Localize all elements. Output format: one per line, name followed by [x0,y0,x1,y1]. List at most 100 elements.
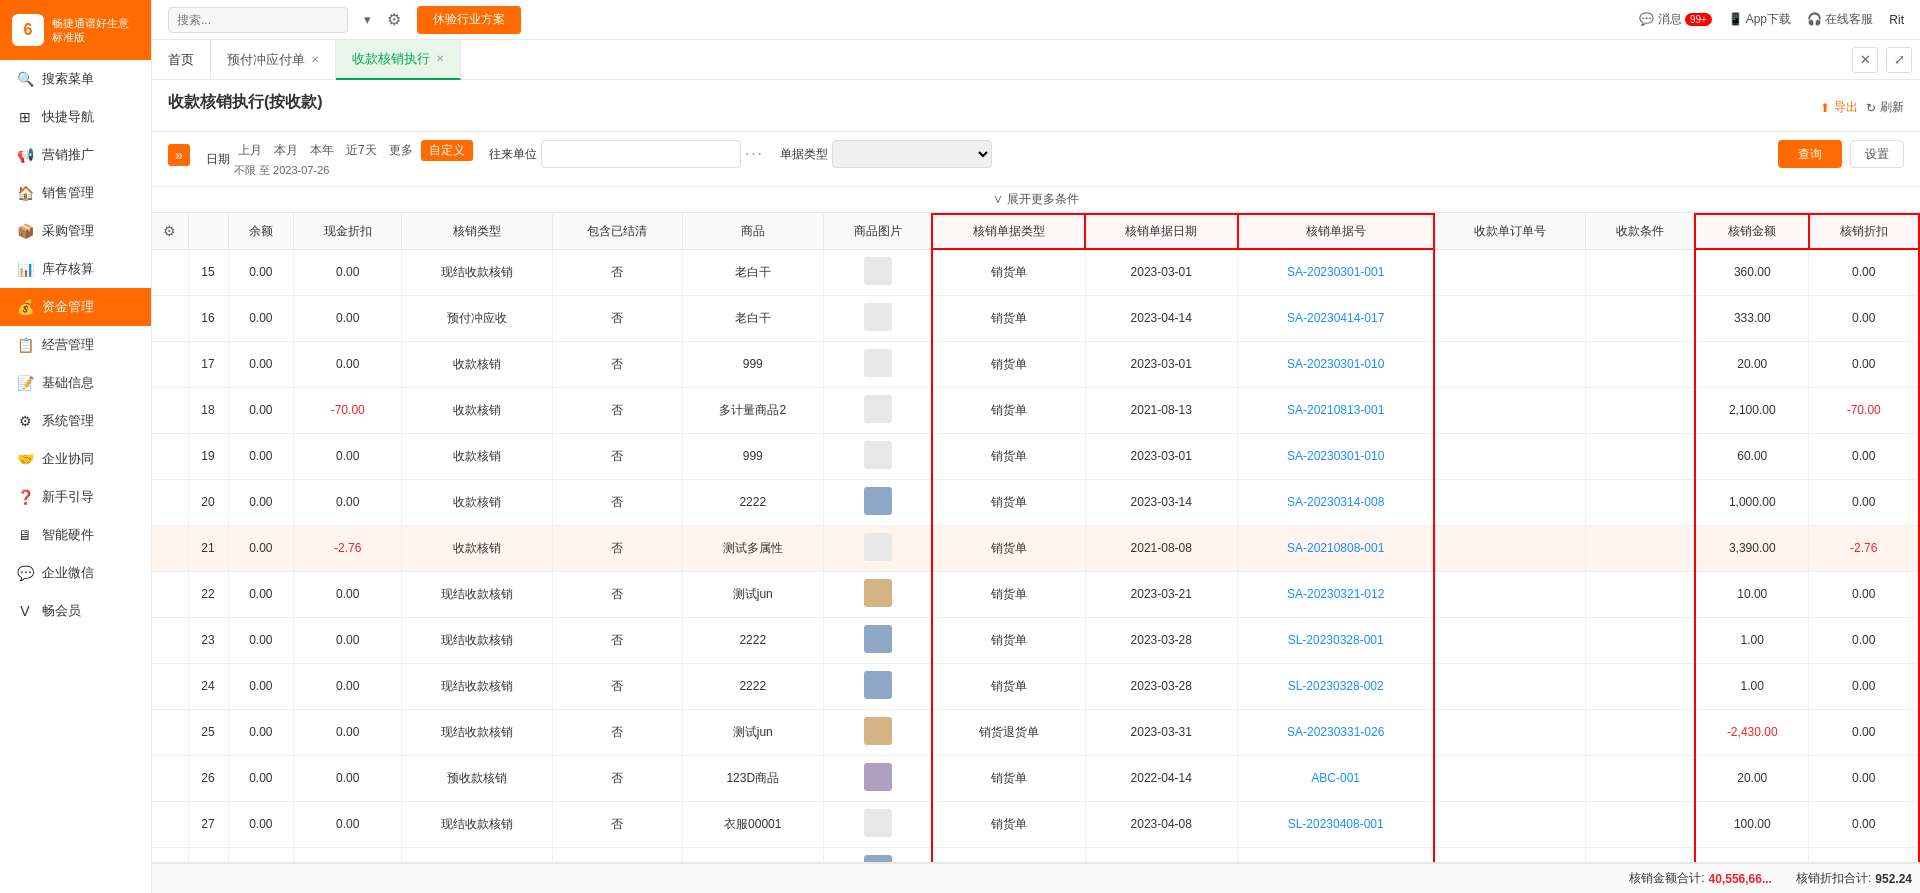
table-row[interactable]: 23 0.00 0.00 现结收款核销 否 2222 销货单 2023-03-2… [152,617,1919,663]
sidebar-item-enterprise[interactable]: 🤝企业协同 [0,440,151,478]
sidebar-item-newbie[interactable]: ❓新手引导 [0,478,151,516]
table-row[interactable]: 24 0.00 0.00 现结收款核销 否 2222 销货单 2023-03-2… [152,663,1919,709]
table-row[interactable]: 20 0.00 0.00 收款核销 否 2222 销货单 2023-03-14 … [152,479,1919,525]
sidebar-item-basic[interactable]: 📝基础信息 [0,364,151,402]
sidebar-item-search[interactable]: 🔍搜索菜单 [0,60,151,98]
date-custom-btn[interactable]: 自定义 [421,140,473,161]
col-header-seq [188,214,228,249]
message-badge: 99+ [1685,13,1712,26]
cell-writeoff-bill-no[interactable]: SL-20230328-001 [1238,617,1435,663]
table-row[interactable]: 22 0.00 0.00 现结收款核销 否 测试jun 销货单 2023-03-… [152,571,1919,617]
online-service-link[interactable]: 🎧 在线客服 [1807,11,1873,28]
topbar-search-input[interactable] [168,7,348,33]
customer-filter-dots[interactable]: ··· [745,145,764,163]
export-button[interactable]: ⬆ 导出 [1820,99,1858,116]
cell-writeoff-bill-no[interactable]: SL-20230408-001 [1238,801,1435,847]
topbar-dropdown-icon[interactable]: ▾ [364,12,371,27]
column-settings-icon[interactable]: ⚙ [163,223,176,239]
writeoff-bill-no-link[interactable]: SL-20230328-001 [1288,633,1384,647]
table-row[interactable]: 18 0.00 -70.00 收款核销 否 多计量商品2 销货单 2021-08… [152,387,1919,433]
writeoff-bill-no-link[interactable]: SL-20230408-001 [1288,817,1384,831]
date-btn-more[interactable]: 更多 [385,140,417,161]
sidebar-item-inventory[interactable]: 📊库存核算 [0,250,151,288]
date-btn-this-month[interactable]: 本月 [270,140,302,161]
table-row[interactable]: 28 0.00 0.00 现结收款核销 否 2222 销货单 2023-04-1… [152,847,1919,862]
app-download-link[interactable]: 📱 App下载 [1728,11,1791,28]
cell-product: 测试jun [682,709,823,755]
tab-prepay-close-icon[interactable]: ✕ [311,54,319,65]
cell-writeoff-bill-no[interactable]: SA-20230414-017 [1238,295,1435,341]
date-btn-this-year[interactable]: 本年 [306,140,338,161]
table-row[interactable]: 21 0.00 -2.76 收款核销 否 测试多属性 销货单 2021-08-0… [152,525,1919,571]
writeoff-bill-no-link[interactable]: SA-20230331-026 [1287,725,1384,739]
table-row[interactable]: 15 0.00 0.00 现结收款核销 否 老白干 销货单 2023-03-01… [152,249,1919,295]
tab-collection[interactable]: 收款核销执行 ✕ [336,40,461,80]
cell-writeoff-bill-no[interactable]: SA-20210808-001 [1238,525,1435,571]
data-table-container[interactable]: ⚙ 余额 现金折扣 核销类型 包含已结清 商品 商品图片 核销单据类型 核销单据… [152,213,1920,862]
industry-solution-button[interactable]: 休验行业方案 [417,6,521,34]
cell-writeoff-bill-no[interactable]: SA-20230331-026 [1238,709,1435,755]
sidebar-item-wechat[interactable]: 💬企业微信 [0,554,151,592]
cell-writeoff-bill-no[interactable]: SA-20230301-001 [1238,249,1435,295]
table-row[interactable]: 17 0.00 0.00 收款核销 否 999 销货单 2023-03-01 S… [152,341,1919,387]
tab-close-button[interactable]: ✕ [1852,47,1878,73]
cell-product-img [823,801,932,847]
cell-product: 2222 [682,617,823,663]
table-row[interactable]: 19 0.00 0.00 收款核销 否 999 销货单 2023-03-01 S… [152,433,1919,479]
date-btn-last-month[interactable]: 上月 [234,140,266,161]
cell-writeoff-bill-no[interactable]: SA-20210813-001 [1238,387,1435,433]
tab-home[interactable]: 首页 [152,40,211,80]
cell-receipt-condition [1586,525,1695,571]
customer-filter-input[interactable] [541,140,741,168]
table-row[interactable]: 26 0.00 0.00 预收款核销 否 123D商品 销货单 2022-04-… [152,755,1919,801]
col-header-settings[interactable]: ⚙ [152,214,188,249]
sidebar-item-smart[interactable]: 🖥智能硬件 [0,516,151,554]
sidebar-item-business[interactable]: 📋经营管理 [0,326,151,364]
date-btn-7days[interactable]: 近7天 [342,140,381,161]
writeoff-bill-no-link[interactable]: SA-20230301-010 [1287,449,1384,463]
sidebar-item-marketing[interactable]: 📢营销推广 [0,136,151,174]
writeoff-bill-no-link[interactable]: ABC-001 [1311,771,1360,785]
sidebar-item-system[interactable]: ⚙系统管理 [0,402,151,440]
table-row[interactable]: 27 0.00 0.00 现结收款核销 否 衣服00001 销货单 2023-0… [152,801,1919,847]
cell-product-img [823,479,932,525]
voucher-type-select[interactable]: 销货单 销货退货单 [832,140,992,168]
table-row[interactable]: 16 0.00 0.00 预付冲应收 否 老白干 销货单 2023-04-14 … [152,295,1919,341]
table-row[interactable]: 25 0.00 0.00 现结收款核销 否 测试jun 销货退货单 2023-0… [152,709,1919,755]
writeoff-bill-no-link[interactable]: SL-20230328-002 [1288,679,1384,693]
writeoff-bill-no-link[interactable]: SA-20210808-001 [1287,541,1384,555]
filter-settings-button[interactable]: 设置 [1850,140,1904,168]
writeoff-bill-no-link[interactable]: SA-20230301-010 [1287,357,1384,371]
tab-collection-close-icon[interactable]: ✕ [436,53,444,64]
tab-prepay[interactable]: 预付冲应付单 ✕ [211,40,336,80]
message-icon[interactable]: 💬 消息 99+ [1639,11,1712,28]
settings-icon[interactable]: ⚙ [387,10,401,29]
writeoff-bill-no-link[interactable]: SA-20210813-001 [1287,403,1384,417]
filter-toggle-button[interactable]: » [168,144,190,166]
cell-writeoff-bill-no[interactable]: SA-20230314-008 [1238,479,1435,525]
sidebar-item-purchase[interactable]: 📦采购管理 [0,212,151,250]
cell-writeoff-bill-no[interactable]: SL-20230328-002 [1238,663,1435,709]
writeoff-bill-no-link[interactable]: SA-20230321-012 [1287,587,1384,601]
cell-writeoff-bill-no[interactable]: SA-20230301-010 [1238,341,1435,387]
cell-seq: 15 [188,249,228,295]
cell-writeoff-bill-no[interactable]: SL-20230418-001 [1238,847,1435,862]
sidebar-item-sales[interactable]: 🏠销售管理 [0,174,151,212]
sidebar-item-quicknav[interactable]: ⊞快捷导航 [0,98,151,136]
cell-include-settled: 否 [553,755,682,801]
refresh-button[interactable]: ↻ 刷新 [1866,99,1904,116]
sidebar-item-member[interactable]: V畅会员 [0,592,151,630]
cell-writeoff-bill-no[interactable]: SA-20230301-010 [1238,433,1435,479]
user-name[interactable]: Rit [1889,13,1904,27]
query-button[interactable]: 查询 [1778,140,1842,168]
cell-writeoff-bill-no[interactable]: ABC-001 [1238,755,1435,801]
sidebar-item-finance[interactable]: 💰资金管理 [0,288,151,326]
col-header-receipt-order-no: 收款单订单号 [1434,214,1586,249]
writeoff-bill-no-link[interactable]: SA-20230314-008 [1287,495,1384,509]
writeoff-bill-no-link[interactable]: SA-20230414-017 [1287,311,1384,325]
writeoff-bill-no-link[interactable]: SA-20230301-001 [1287,265,1384,279]
tab-maximize-button[interactable]: ⤢ [1886,47,1912,73]
cell-product: 2222 [682,479,823,525]
expand-more-conditions-bar[interactable]: ∨ 展开更多条件 [152,187,1920,213]
cell-writeoff-bill-no[interactable]: SA-20230321-012 [1238,571,1435,617]
